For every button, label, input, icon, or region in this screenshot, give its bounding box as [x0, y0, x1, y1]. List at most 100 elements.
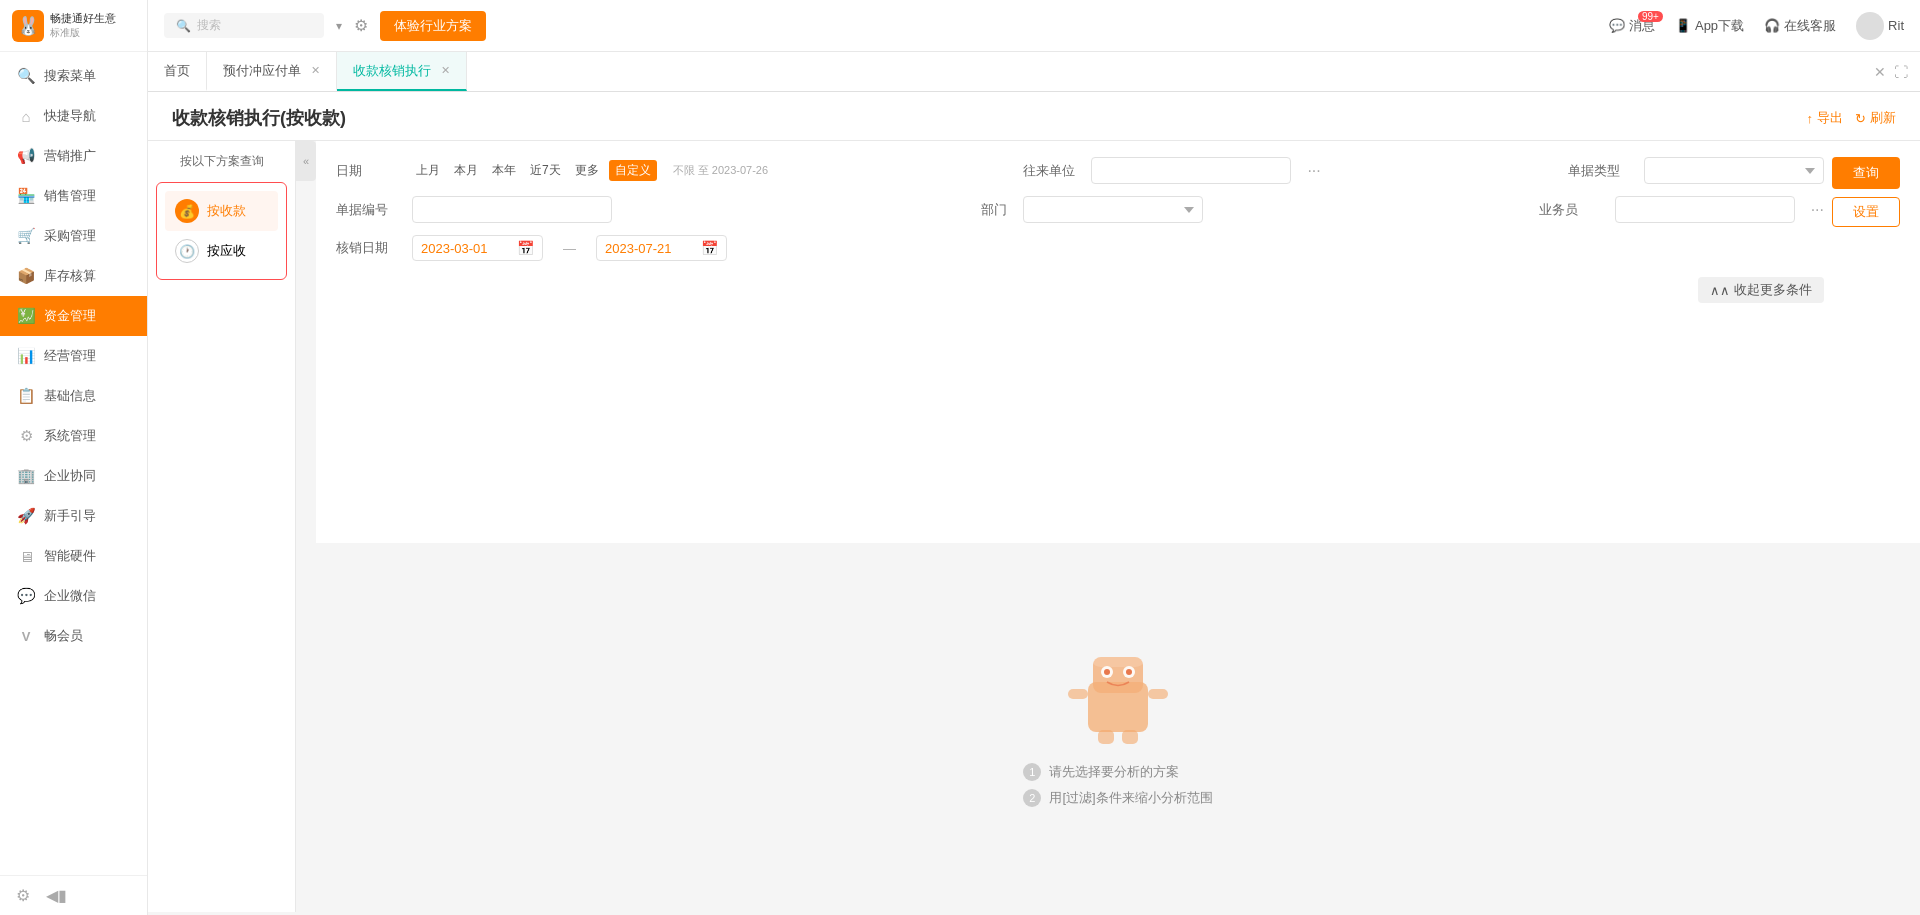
verify-date-end-wrap: 📅 — [596, 235, 727, 261]
sidebar-item-enterprise[interactable]: 🏢 企业协同 — [0, 456, 147, 496]
collapse-sidebar-icon[interactable]: ◀▮ — [46, 886, 67, 905]
date-more[interactable]: 更多 — [571, 160, 603, 181]
export-button[interactable]: ↑ 导出 — [1807, 109, 1844, 127]
topbar: 🔍 搜索 ▾ ⚙ 体验行业方案 💬 消息 99+ 📱 App下载 🎧 在线客服 … — [148, 0, 1920, 52]
sidebar-item-search[interactable]: 🔍 搜索菜单 — [0, 56, 147, 96]
sidebar-item-label: 采购管理 — [44, 227, 96, 245]
calendar-end-icon[interactable]: 📅 — [701, 240, 718, 256]
salesperson-input[interactable] — [1615, 196, 1795, 223]
gear-icon[interactable]: ⚙ — [354, 16, 368, 35]
app-download-button[interactable]: 📱 App下载 — [1675, 17, 1744, 35]
sidebar-item-wechat[interactable]: 💬 企业微信 — [0, 576, 147, 616]
receivable-icon: 🕐 — [175, 239, 199, 263]
page-header-actions: ↑ 导出 ↻ 刷新 — [1807, 109, 1897, 127]
sidebar-item-finance[interactable]: 💹 资金管理 — [0, 296, 147, 336]
filter-by-receivable-label: 按应收 — [207, 242, 246, 260]
hardware-icon: 🖥 — [16, 546, 36, 566]
online-service-button[interactable]: 🎧 在线客服 — [1764, 17, 1836, 35]
wechat-icon: 💬 — [16, 586, 36, 606]
filter-by-receivable[interactable]: 🕐 按应收 — [165, 231, 278, 271]
guide-icon: 🚀 — [16, 506, 36, 526]
verify-date-start-wrap: 📅 — [412, 235, 543, 261]
tab-verify-label: 收款核销执行 — [353, 62, 431, 80]
close-tab-icon[interactable]: ✕ — [1874, 64, 1886, 80]
doc-no-input[interactable] — [412, 196, 612, 223]
query-buttons: 查询 设置 — [1832, 157, 1900, 227]
verify-date-start-input[interactable] — [421, 241, 511, 256]
date-buttons: 上月 本月 本年 近7天 更多 自定义 — [412, 160, 657, 181]
sidebar-item-shortcut[interactable]: ⌂ 快捷导航 — [0, 96, 147, 136]
sidebar-item-purchase[interactable]: 🛒 采购管理 — [0, 216, 147, 256]
empty-svg — [1063, 647, 1173, 747]
message-badge: 99+ — [1638, 11, 1663, 22]
sidebar-item-basic[interactable]: 📋 基础信息 — [0, 376, 147, 416]
filter-section: 按以下方案查询 💰 按收款 🕐 按应收 « — [148, 141, 316, 912]
sidebar-item-label: 资金管理 — [44, 307, 96, 325]
user-menu[interactable]: Rit — [1856, 12, 1904, 40]
date-this-month[interactable]: 本月 — [450, 160, 482, 181]
counterparty-input[interactable] — [1091, 157, 1291, 184]
search-icon: 🔍 — [16, 66, 36, 86]
member-icon: V — [16, 626, 36, 646]
solution-button[interactable]: 体验行业方案 — [380, 11, 486, 41]
tab-prepay[interactable]: 预付冲应付单 ✕ — [207, 52, 337, 91]
sidebar-item-label: 搜索菜单 — [44, 67, 96, 85]
filter-collapse-button[interactable]: « — [296, 141, 316, 181]
date-custom[interactable]: 自定义 — [609, 160, 657, 181]
collapse-conditions-button[interactable]: ∧∧ 收起更多条件 — [1698, 277, 1824, 303]
refresh-icon: ↻ — [1855, 111, 1866, 126]
date-7days[interactable]: 近7天 — [526, 160, 565, 181]
empty-illustration — [1063, 647, 1173, 747]
settings-icon[interactable]: ⚙ — [16, 886, 30, 905]
refresh-button[interactable]: ↻ 刷新 — [1855, 109, 1896, 127]
filter-sidebar: 按以下方案查询 💰 按收款 🕐 按应收 — [148, 141, 296, 912]
counterparty-dots-icon[interactable]: ··· — [1307, 162, 1320, 180]
calendar-start-icon[interactable]: 📅 — [517, 240, 534, 256]
sidebar-item-inventory[interactable]: 📦 库存核算 — [0, 256, 147, 296]
page-content: 收款核销执行(按收款) ↑ 导出 ↻ 刷新 按以下方案查询 — [148, 92, 1920, 915]
topbar-search[interactable]: 🔍 搜索 — [164, 13, 324, 38]
sidebar-item-marketing[interactable]: 📢 营销推广 — [0, 136, 147, 176]
collapse-icon: ∧∧ — [1710, 283, 1730, 298]
tab-verify[interactable]: 收款核销执行 ✕ — [337, 52, 467, 91]
message-button[interactable]: 💬 消息 99+ — [1609, 17, 1655, 35]
page-title: 收款核销执行(按收款) — [172, 106, 346, 130]
date-hint: 不限 至 2023-07-26 — [673, 163, 768, 178]
department-select[interactable] — [1023, 196, 1203, 223]
sidebar-item-hardware[interactable]: 🖥 智能硬件 — [0, 536, 147, 576]
sidebar-item-system[interactable]: ⚙ 系统管理 — [0, 416, 147, 456]
form-main: 日期 上月 本月 本年 近7天 更多 自定义 不限 至 2023-07-26 — [336, 157, 1824, 303]
sidebar-item-operation[interactable]: 📊 经营管理 — [0, 336, 147, 376]
form-section: 日期 上月 本月 本年 近7天 更多 自定义 不限 至 2023-07-26 — [336, 157, 1900, 303]
tab-verify-close[interactable]: ✕ — [441, 64, 450, 77]
receipt-icon: 💰 — [175, 199, 199, 223]
expand-tab-icon[interactable]: ⛶ — [1894, 64, 1908, 80]
dropdown-icon[interactable]: ▾ — [336, 19, 342, 33]
query-button[interactable]: 查询 — [1832, 157, 1900, 189]
date-last-month[interactable]: 上月 — [412, 160, 444, 181]
finance-icon: 💹 — [16, 306, 36, 326]
date-label: 日期 — [336, 162, 396, 180]
svg-rect-8 — [1098, 730, 1114, 744]
tab-actions: ✕ ⛶ — [1862, 52, 1920, 91]
tab-home-label: 首页 — [164, 62, 190, 80]
filter-by-receipt[interactable]: 💰 按收款 — [165, 191, 278, 231]
inventory-icon: 📦 — [16, 266, 36, 286]
form-row-2: 单据编号 部门 业务员 ··· — [336, 196, 1824, 223]
doc-type-select[interactable] — [1644, 157, 1824, 184]
counterparty-label: 往来单位 — [1015, 162, 1075, 180]
date-this-year[interactable]: 本年 — [488, 160, 520, 181]
logo-area: 🐰 畅捷通好生意 标准版 — [0, 0, 147, 52]
sidebar-item-sales[interactable]: 🏪 销售管理 — [0, 176, 147, 216]
verify-date-end-input[interactable] — [605, 241, 695, 256]
basic-icon: 📋 — [16, 386, 36, 406]
sidebar-item-guide[interactable]: 🚀 新手引导 — [0, 496, 147, 536]
sidebar-item-member[interactable]: V 畅会员 — [0, 616, 147, 656]
tab-prepay-close[interactable]: ✕ — [311, 64, 320, 77]
tab-home[interactable]: 首页 — [148, 52, 207, 91]
operation-icon: 📊 — [16, 346, 36, 366]
salesperson-dots-icon[interactable]: ··· — [1811, 201, 1824, 219]
results-area: 1 请先选择要分析的方案 2 用[过滤]条件来缩小分析范围 — [316, 543, 1920, 913]
sidebar-item-label: 系统管理 — [44, 427, 96, 445]
set-button[interactable]: 设置 — [1832, 197, 1900, 227]
